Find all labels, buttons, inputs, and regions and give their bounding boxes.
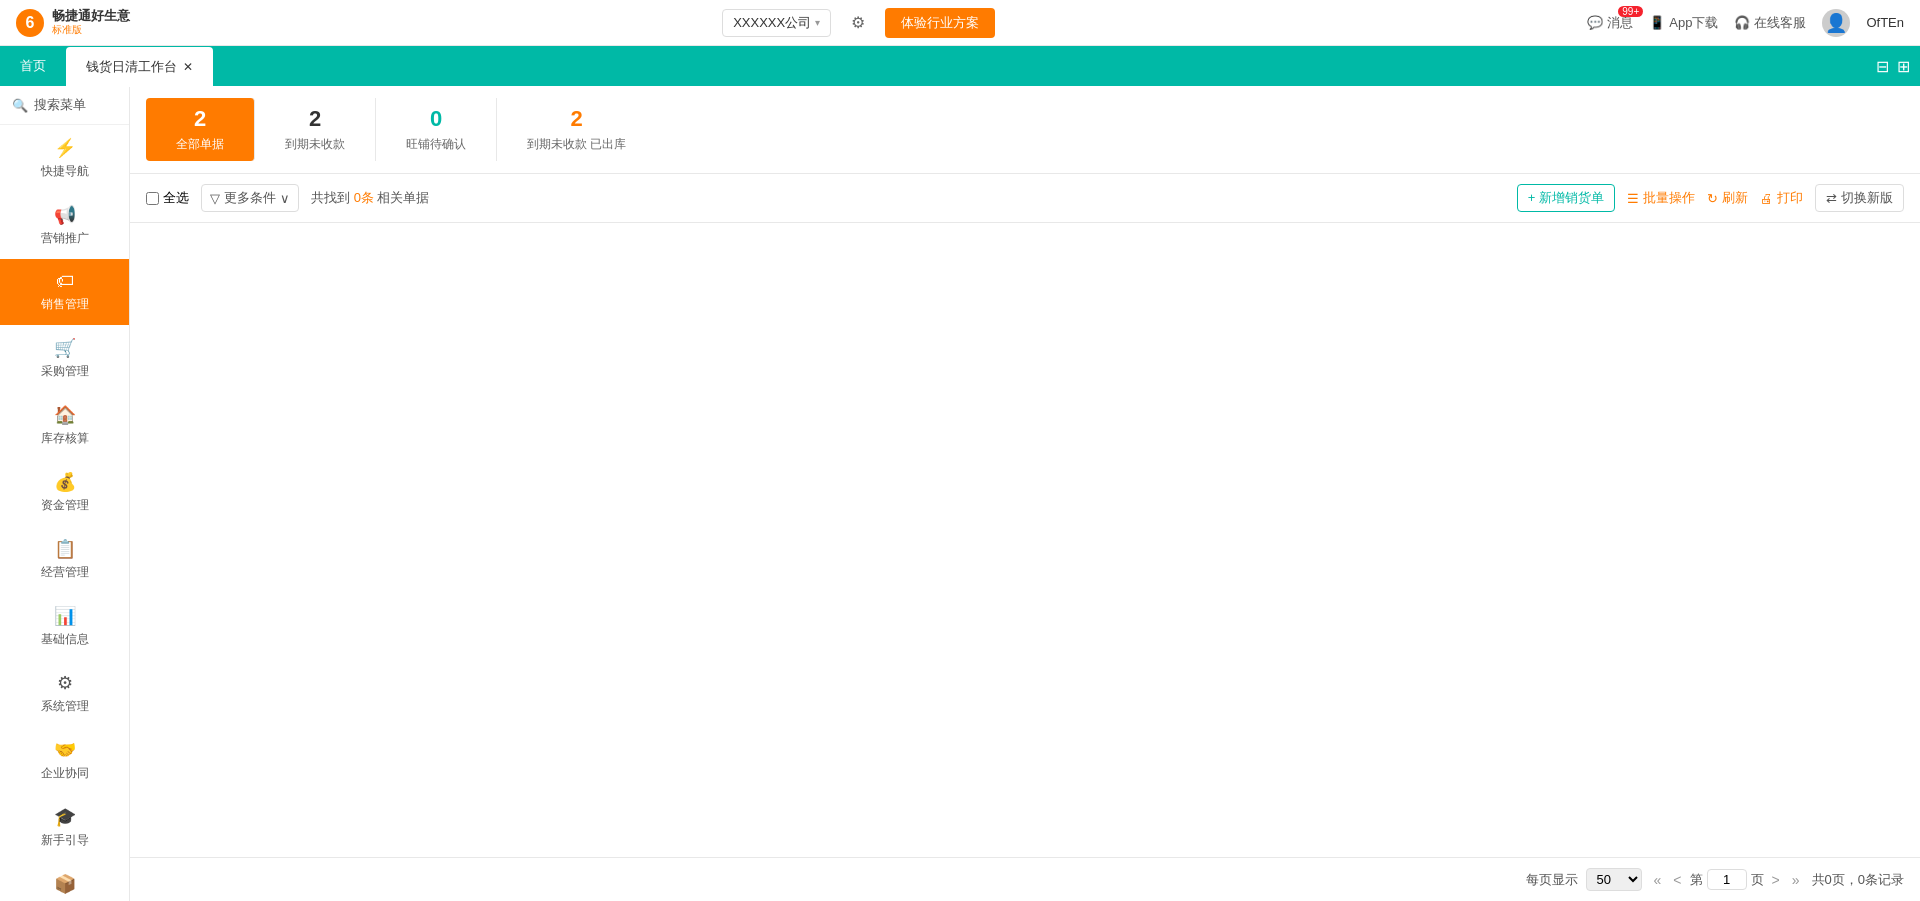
guide-icon: 🎓 (54, 806, 76, 828)
content-area: 2 全部单据 2 到期未收款 0 旺铺待确认 2 到期未收款 已出库 全选 (130, 86, 1920, 901)
prev-page-button[interactable]: < (1669, 870, 1685, 890)
per-page-select[interactable]: 50 10 20 100 (1586, 868, 1642, 891)
refresh-button[interactable]: ↻ 刷新 (1707, 189, 1748, 207)
enterprise-icon: 🤝 (54, 739, 76, 761)
print-icon: 🖨 (1760, 191, 1773, 206)
experience-button[interactable]: 体验行业方案 (885, 8, 995, 38)
avatar: 👤 (1822, 9, 1850, 37)
tab-home[interactable]: 首页 (0, 46, 66, 86)
system-icon: ⚙ (57, 672, 73, 694)
tab-actions: ⊟ ⊞ (1876, 57, 1920, 76)
toolbar: 全选 ▽ 更多条件 ∨ 共找到 0条 相关单据 + 新增销货单 (130, 174, 1920, 223)
page-label-end: 页 (1751, 871, 1764, 889)
refresh-icon: ↻ (1707, 191, 1718, 206)
marketing-icon: 📢 (54, 204, 76, 226)
switch-icon: ⇄ (1826, 191, 1837, 206)
page-input[interactable] (1707, 869, 1747, 890)
operations-icon: 📋 (54, 538, 76, 560)
online-service-button[interactable]: 🎧 在线客服 (1734, 14, 1806, 32)
toolbar-left: 全选 ▽ 更多条件 ∨ 共找到 0条 相关单据 (146, 184, 441, 212)
stat-count-overdue: 2 (309, 106, 321, 132)
found-count: 0条 (354, 190, 374, 205)
purchase-icon: 🛒 (54, 337, 76, 359)
stat-card-wangpu[interactable]: 0 旺铺待确认 (376, 98, 497, 161)
sidebar-search[interactable]: 🔍 搜索菜单 (0, 86, 129, 125)
sidebar-item-finance[interactable]: 💰 资金管理 (0, 459, 129, 526)
sidebar-item-enterprise[interactable]: 🤝 企业协同 (0, 727, 129, 794)
quick-nav-icon: ⚡ (54, 137, 76, 159)
header-right: 💬 消息 99+ 📱 App下载 🎧 在线客服 👤 OfTEn (1587, 9, 1904, 37)
message-badge: 99+ (1618, 6, 1643, 17)
stat-label-wangpu: 旺铺待确认 (406, 136, 466, 153)
sidebar-item-guide[interactable]: 🎓 新手引导 (0, 794, 129, 861)
sidebar-item-system[interactable]: ⚙ 系统管理 (0, 660, 129, 727)
logo-area: 6 畅捷通好生意 标准版 (16, 8, 130, 38)
main-layout: 🔍 搜索菜单 ⚡ 快捷导航 📢 营销推广 🏷 销售管理 🛒 采购管理 🏠 库存核… (0, 86, 1920, 901)
stat-count-wangpu: 0 (430, 106, 442, 132)
app-center-icon: 📦 (54, 873, 76, 895)
batch-operations-button[interactable]: ☰ 批量操作 (1627, 189, 1695, 207)
print-button[interactable]: 🖨 打印 (1760, 189, 1803, 207)
page-navigation: « < 第 页 > » (1650, 869, 1804, 890)
total-info: 共0页，0条记录 (1812, 871, 1904, 889)
company-selector[interactable]: XXXXXX公司 ▾ (722, 9, 831, 37)
add-sales-order-button[interactable]: + 新增销货单 (1517, 184, 1615, 212)
sidebar-item-inventory[interactable]: 🏠 库存核算 (0, 392, 129, 459)
found-text: 共找到 0条 相关单据 (311, 189, 429, 207)
stat-label-all: 全部单据 (176, 136, 224, 153)
stat-count-unshipped: 2 (571, 106, 583, 132)
sidebar: 🔍 搜索菜单 ⚡ 快捷导航 📢 营销推广 🏷 销售管理 🛒 采购管理 🏠 库存核… (0, 86, 130, 901)
per-page-label: 每页显示 (1526, 871, 1578, 889)
sidebar-item-purchase[interactable]: 🛒 采购管理 (0, 325, 129, 392)
checkbox-all-input[interactable] (146, 192, 159, 205)
tab-minimize-button[interactable]: ⊟ (1876, 57, 1889, 76)
message-button[interactable]: 💬 消息 99+ (1587, 14, 1633, 32)
sidebar-item-app-center[interactable]: 📦 应用中心 (0, 861, 129, 901)
finance-icon: 💰 (54, 471, 76, 493)
stat-label-unshipped: 到期未收款 已出库 (527, 136, 626, 153)
last-page-button[interactable]: » (1788, 870, 1804, 890)
toolbar-right: + 新增销货单 ☰ 批量操作 ↻ 刷新 🖨 打印 ⇄ 切换新版 (1517, 184, 1904, 212)
sidebar-item-marketing[interactable]: 📢 营销推广 (0, 192, 129, 259)
batch-icon: ☰ (1627, 191, 1639, 206)
sidebar-item-quick-nav[interactable]: ⚡ 快捷导航 (0, 125, 129, 192)
username[interactable]: OfTEn (1866, 15, 1904, 30)
tab-bar: 首页 钱货日清工作台 ✕ ⊟ ⊞ (0, 46, 1920, 86)
app-download-button[interactable]: 📱 App下载 (1649, 14, 1718, 32)
page-label: 第 (1690, 871, 1703, 889)
headset-icon: 🎧 (1734, 15, 1750, 30)
stat-card-unshipped[interactable]: 2 到期未收款 已出库 (497, 98, 656, 161)
tab-workbench[interactable]: 钱货日清工作台 ✕ (66, 47, 213, 87)
switch-version-button[interactable]: ⇄ 切换新版 (1815, 184, 1904, 212)
logo-icon: 6 (16, 9, 44, 37)
filter-chevron-icon: ∨ (280, 191, 290, 206)
stats-row: 2 全部单据 2 到期未收款 0 旺铺待确认 2 到期未收款 已出库 (130, 86, 1920, 174)
stat-count-all: 2 (194, 106, 206, 132)
sales-icon: 🏷 (56, 271, 74, 292)
mobile-icon: 📱 (1649, 15, 1665, 30)
message-icon: 💬 (1587, 15, 1603, 30)
tab-close-icon[interactable]: ✕ (183, 60, 193, 74)
stat-card-all[interactable]: 2 全部单据 (146, 98, 255, 161)
pagination-bar: 每页显示 50 10 20 100 « < 第 页 > » 共0页，0条记录 (130, 857, 1920, 901)
sidebar-item-basic-info[interactable]: 📊 基础信息 (0, 593, 129, 660)
chevron-down-icon: ▾ (815, 17, 820, 28)
logo-text: 畅捷通好生意 标准版 (52, 8, 130, 38)
sidebar-item-sales[interactable]: 🏷 销售管理 (0, 259, 129, 325)
table-area (130, 223, 1920, 857)
basic-info-icon: 📊 (54, 605, 76, 627)
sidebar-item-operations[interactable]: 📋 经营管理 (0, 526, 129, 593)
tab-maximize-button[interactable]: ⊞ (1897, 57, 1910, 76)
first-page-button[interactable]: « (1650, 870, 1666, 890)
top-header: 6 畅捷通好生意 标准版 XXXXXX公司 ▾ ⚙ 体验行业方案 💬 消息 99… (0, 0, 1920, 46)
settings-icon[interactable]: ⚙ (843, 8, 873, 38)
select-all-checkbox[interactable]: 全选 (146, 189, 189, 207)
inventory-icon: 🏠 (54, 404, 76, 426)
search-icon: 🔍 (12, 98, 28, 113)
stat-label-overdue: 到期未收款 (285, 136, 345, 153)
next-page-button[interactable]: > (1768, 870, 1784, 890)
stat-card-overdue[interactable]: 2 到期未收款 (255, 98, 376, 161)
filter-icon: ▽ (210, 191, 220, 206)
filter-button[interactable]: ▽ 更多条件 ∨ (201, 184, 299, 212)
